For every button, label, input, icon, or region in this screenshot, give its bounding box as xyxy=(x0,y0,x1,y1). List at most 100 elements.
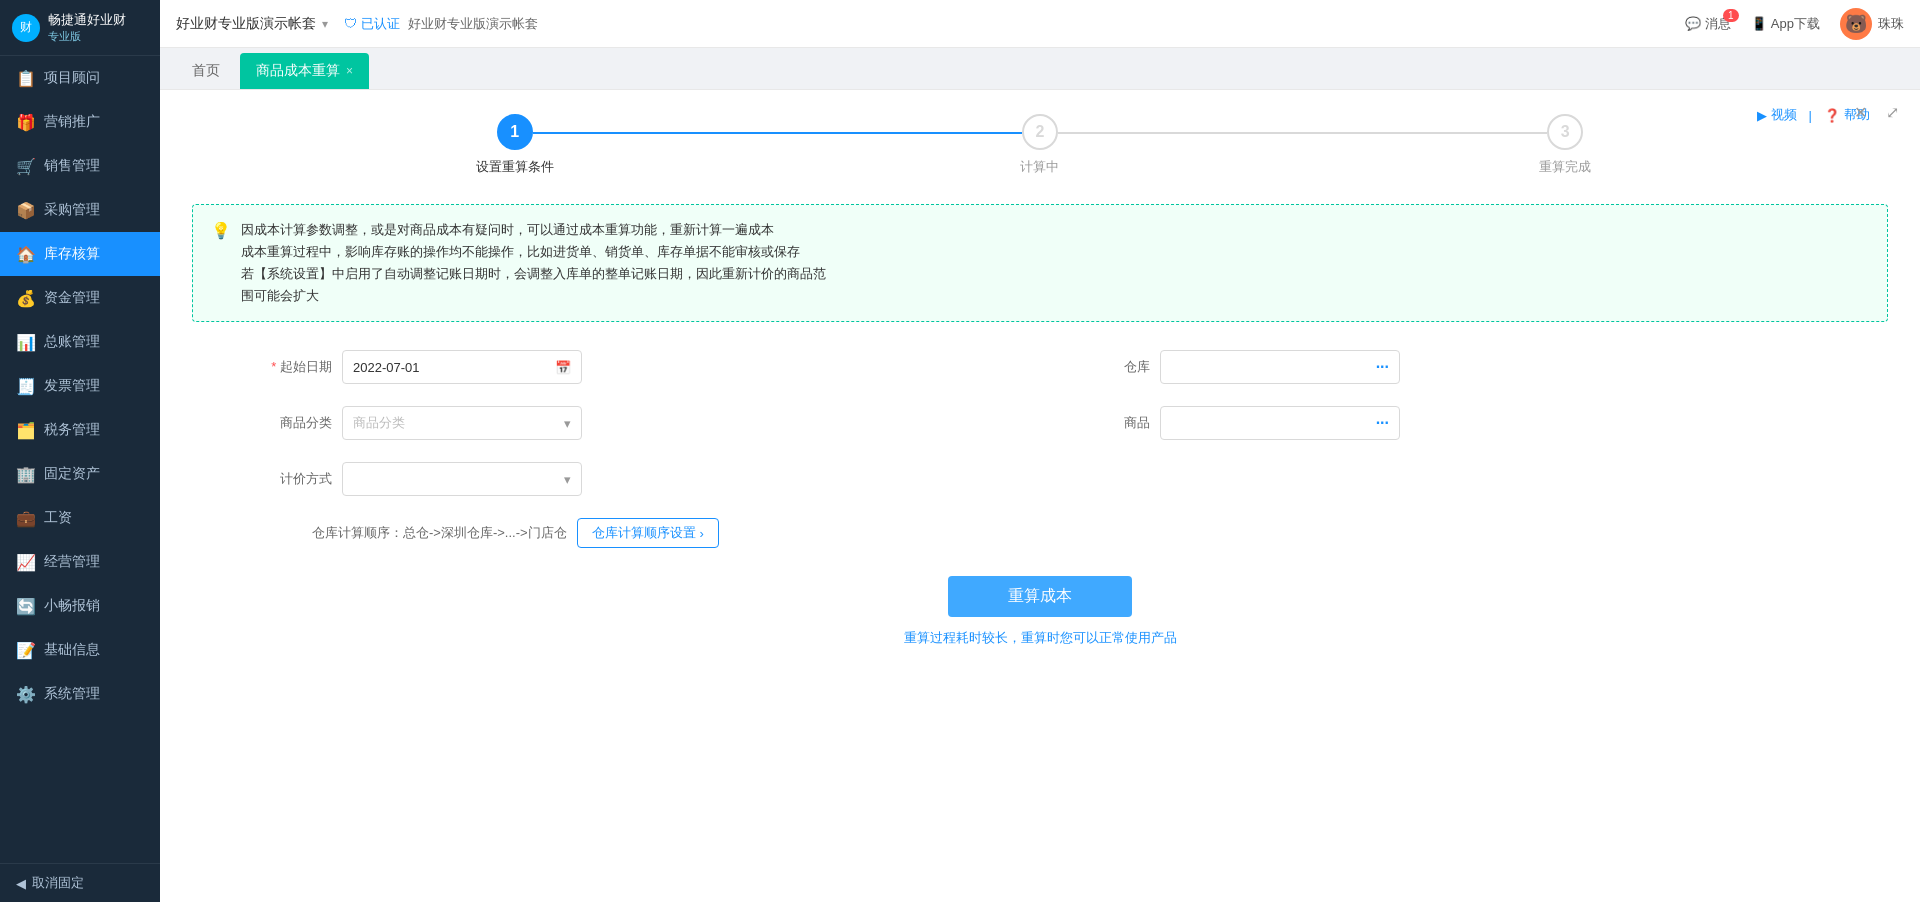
sidebar-logo: 财 畅捷通好业财 专业版 xyxy=(0,0,160,56)
expense-icon: 🔄 xyxy=(16,596,36,616)
question-icon: ❓ xyxy=(1824,108,1840,123)
system-icon: ⚙️ xyxy=(16,684,36,704)
sidebar-item-purchase[interactable]: 📦 采购管理 xyxy=(0,188,160,232)
form-section: 起始日期 2022-07-01 📅 仓库 ··· xyxy=(192,350,1888,548)
sidebar-label-salary: 工资 xyxy=(44,509,72,527)
tab-cost-recalc[interactable]: 商品成本重算 × xyxy=(240,53,369,89)
recalc-button[interactable]: 重算成本 xyxy=(948,576,1132,617)
tax-icon: 🗂️ xyxy=(16,420,36,440)
close-panel-button[interactable]: ✕ xyxy=(1848,100,1872,124)
goods-input[interactable]: ··· xyxy=(1160,406,1400,440)
sidebar-label-expense: 小畅报销 xyxy=(44,597,100,615)
sidebar-item-ops[interactable]: 📈 经营管理 xyxy=(0,540,160,584)
sidebar-item-fixed_assets[interactable]: 🏢 固定资产 xyxy=(0,452,160,496)
sidebar-item-salary[interactable]: 💼 工资 xyxy=(0,496,160,540)
sidebar-item-marketing[interactable]: 🎁 营销推广 xyxy=(0,100,160,144)
sidebar-label-system: 系统管理 xyxy=(44,685,100,703)
salary-icon: 💼 xyxy=(16,508,36,528)
sidebar-item-tax[interactable]: 🗂️ 税务管理 xyxy=(0,408,160,452)
sales-icon: 🛒 xyxy=(16,156,36,176)
sidebar-item-invoice[interactable]: 🧾 发票管理 xyxy=(0,364,160,408)
sidebar-label-project: 项目顾问 xyxy=(44,69,100,87)
message-icon: 💬 xyxy=(1685,16,1701,31)
sidebar-label-invoice: 发票管理 xyxy=(44,377,100,395)
goods-label: 商品 xyxy=(1070,414,1150,432)
account-name-selector: 好业财专业版演示帐套 xyxy=(176,15,316,33)
tab-home[interactable]: 首页 xyxy=(176,53,236,89)
warehouse-order-label: 仓库计算顺序：总仓->深圳仓库->...->门店仓 xyxy=(312,524,567,542)
shield-icon: 🛡 xyxy=(344,16,357,31)
notice-text: 因成本计算参数调整，或是对商品成本有疑问时，可以通过成本重算功能，重新计算一遍成… xyxy=(241,219,826,307)
form-row-1: 起始日期 2022-07-01 📅 仓库 ··· xyxy=(252,350,1828,384)
step-2: 2 计算中 xyxy=(777,114,1302,176)
step-1: 1 设置重算条件 xyxy=(252,114,777,176)
user-profile[interactable]: 🐻 珠珠 xyxy=(1840,8,1904,40)
step-label-1: 设置重算条件 xyxy=(476,158,554,176)
goods-more-icon: ··· xyxy=(1376,414,1389,432)
warehouse-more-icon: ··· xyxy=(1376,358,1389,376)
avatar: 🐻 xyxy=(1840,8,1872,40)
sidebar-item-finance[interactable]: 💰 资金管理 xyxy=(0,276,160,320)
warehouse-label: 仓库 xyxy=(1070,358,1150,376)
sidebar-item-expense[interactable]: 🔄 小畅报销 xyxy=(0,584,160,628)
sidebar-label-finance: 资金管理 xyxy=(44,289,100,307)
start-date-input[interactable]: 2022-07-01 📅 xyxy=(342,350,582,384)
sidebar-item-sales[interactable]: 🛒 销售管理 xyxy=(0,144,160,188)
inventory-icon: 🏠 xyxy=(16,244,36,264)
app-download-button[interactable]: 📱 App下载 xyxy=(1751,15,1820,33)
sidebar-item-basic[interactable]: 📝 基础信息 xyxy=(0,628,160,672)
category-chevron-icon: ▾ xyxy=(564,416,571,431)
user-name: 珠珠 xyxy=(1878,15,1904,33)
message-button[interactable]: 💬 消息 1 xyxy=(1685,15,1731,33)
project-icon: 📋 xyxy=(16,68,36,88)
category-input[interactable]: 商品分类 ▾ xyxy=(342,406,582,440)
form-row-pricing: 计价方式 ▾ xyxy=(252,462,1828,496)
account-chevron-icon: ▾ xyxy=(322,17,328,31)
calendar-icon: 📅 xyxy=(555,360,571,375)
divider: | xyxy=(1809,108,1812,123)
warehouse-order-row: 仓库计算顺序：总仓->深圳仓库->...->门店仓 仓库计算顺序设置 › xyxy=(252,518,1828,548)
sidebar-label-accounting: 总账管理 xyxy=(44,333,100,351)
pricing-label: 计价方式 xyxy=(252,470,332,488)
form-row-2: 商品分类 商品分类 ▾ 商品 ··· xyxy=(252,406,1828,440)
top-header: 好业财专业版演示帐套 ▾ 🛡 已认证 好业财专业版演示帐套 💬 消息 1 📱 A… xyxy=(160,0,1920,48)
step-circle-3: 3 xyxy=(1547,114,1583,150)
arrow-right-icon: › xyxy=(700,526,704,541)
form-col-pricing: 计价方式 ▾ xyxy=(252,462,1828,496)
step-circle-2: 2 xyxy=(1022,114,1058,150)
account-display: 好业财专业版演示帐套 xyxy=(408,15,538,33)
sidebar-item-inventory[interactable]: 🏠 库存核算 xyxy=(0,232,160,276)
ops-icon: 📈 xyxy=(16,552,36,572)
pricing-input[interactable]: ▾ xyxy=(342,462,582,496)
main-content: 好业财专业版演示帐套 ▾ 🛡 已认证 好业财专业版演示帐套 💬 消息 1 📱 A… xyxy=(160,0,1920,902)
sidebar: 财 畅捷通好业财 专业版 📋 项目顾问 🎁 营销推广 🛒 销售管理 📦 采购管理… xyxy=(0,0,160,902)
verified-badge: 🛡 已认证 xyxy=(344,15,400,33)
sidebar-item-project[interactable]: 📋 项目顾问 xyxy=(0,56,160,100)
sidebar-item-system[interactable]: ⚙️ 系统管理 xyxy=(0,672,160,716)
tab-bar: 首页 商品成本重算 × xyxy=(160,48,1920,90)
logo-text: 畅捷通好业财 专业版 xyxy=(48,12,126,43)
category-label: 商品分类 xyxy=(252,414,332,432)
panel-controls: ✕ ⤢ xyxy=(1848,100,1904,124)
expand-panel-button[interactable]: ⤢ xyxy=(1880,100,1904,124)
sidebar-unpin[interactable]: ◀ 取消固定 xyxy=(0,863,160,902)
sidebar-label-inventory: 库存核算 xyxy=(44,245,100,263)
sidebar-item-accounting[interactable]: 📊 总账管理 xyxy=(0,320,160,364)
tab-close-icon[interactable]: × xyxy=(346,64,353,78)
notice-icon: 💡 xyxy=(211,221,231,307)
sidebar-label-sales: 销售管理 xyxy=(44,157,100,175)
recalc-hint: 重算过程耗时较长，重算时您可以正常使用产品 xyxy=(904,629,1177,647)
play-icon: ▶ xyxy=(1757,108,1767,123)
basic-icon: 📝 xyxy=(16,640,36,660)
account-selector[interactable]: 好业财专业版演示帐套 ▾ xyxy=(176,15,328,33)
step-label-3: 重算完成 xyxy=(1539,158,1591,176)
finance-icon: 💰 xyxy=(16,288,36,308)
sidebar-label-basic: 基础信息 xyxy=(44,641,100,659)
page-content: 1 设置重算条件 2 计算中 3 重算完成 ▶ 视频 xyxy=(160,90,1920,902)
sidebar-label-tax: 税务管理 xyxy=(44,421,100,439)
warehouse-input[interactable]: ··· xyxy=(1160,350,1400,384)
video-link[interactable]: ▶ 视频 xyxy=(1757,106,1797,124)
phone-icon: 📱 xyxy=(1751,16,1767,31)
sidebar-label-marketing: 营销推广 xyxy=(44,113,100,131)
warehouse-order-settings-button[interactable]: 仓库计算顺序设置 › xyxy=(577,518,719,548)
